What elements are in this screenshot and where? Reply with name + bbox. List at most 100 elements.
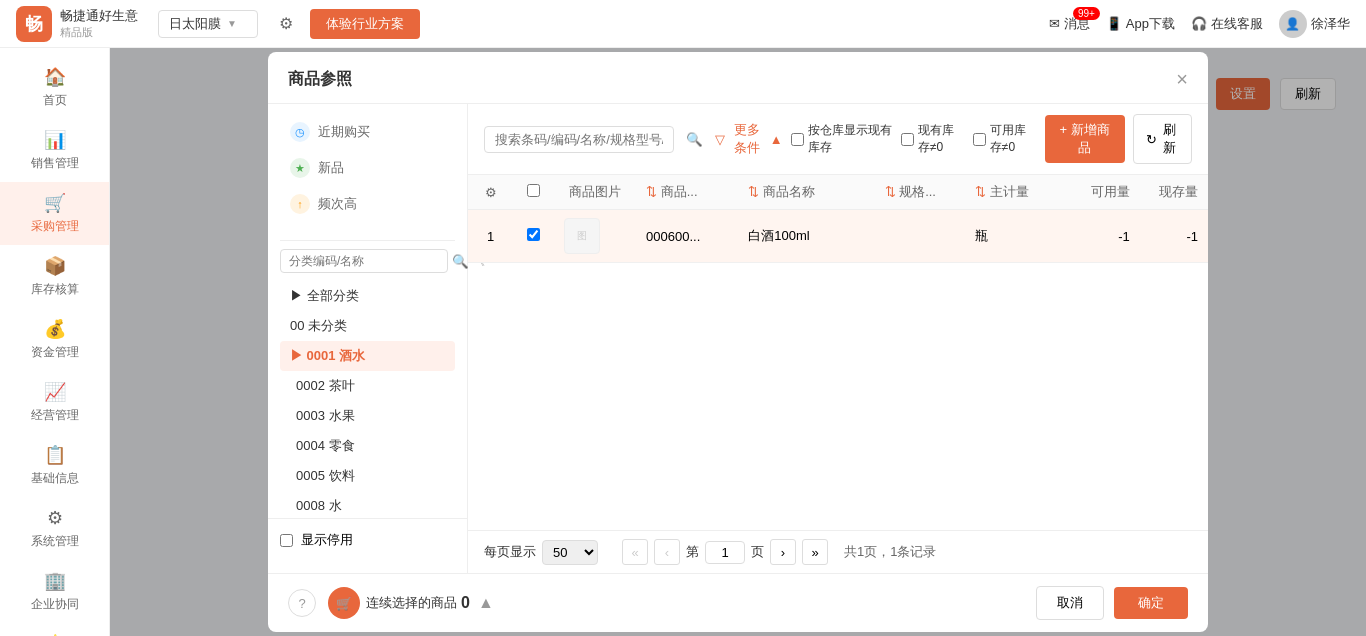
main-content: 查询 设置 刷新 商品参照 × ◷ <box>110 48 1366 636</box>
page-navigation: « ‹ 第 页 › » <box>622 539 828 565</box>
help-button[interactable]: ? <box>288 589 316 617</box>
category-tea[interactable]: 0002 茶叶 <box>280 371 455 401</box>
frequent-icon: ↑ <box>290 194 310 214</box>
stock-nonzero-checkbox[interactable] <box>901 133 914 146</box>
avatar: 👤 <box>1279 10 1307 38</box>
category-liquor[interactable]: ▶ 0001 酒水 <box>280 341 455 371</box>
select-all-checkbox[interactable] <box>527 184 540 197</box>
purchase-icon: 🛒 <box>44 192 66 214</box>
refresh-button[interactable]: ↻ 刷新 <box>1133 114 1193 164</box>
product-toolbar: 🔍 ▽ 更多条件 ▲ 按仓库显示现有库存 <box>468 104 1208 175</box>
show-disabled-label[interactable]: 显示停用 <box>301 531 353 549</box>
sidebar-item-purchase[interactable]: 🛒 采购管理 <box>0 182 109 245</box>
checkbox-warehouse[interactable]: 按仓库显示现有库存 <box>791 122 893 156</box>
modal-title: 商品参照 <box>288 69 352 90</box>
checkbox-stock-nonzero[interactable]: 现有库存≠0 <box>901 122 965 156</box>
row-checkbox[interactable] <box>527 228 540 241</box>
row-code: 000600... <box>636 210 738 263</box>
message-button[interactable]: ✉ 消息 99+ <box>1049 15 1090 33</box>
modal-left-panel: ◷ 近期购买 ★ 新品 ↑ 频次高 <box>268 104 468 573</box>
per-page-select[interactable]: 10 20 50 100 <box>542 540 598 565</box>
category-search-input[interactable] <box>280 249 448 273</box>
sidebar-item-sales[interactable]: 📊 销售管理 <box>0 119 109 182</box>
product-search-button[interactable]: 🔍 <box>682 128 707 151</box>
logo-text: 畅捷通好生意 精品版 <box>60 8 138 39</box>
sidebar-item-inventory[interactable]: 📦 库存核算 <box>0 245 109 308</box>
sort-icon-unit: ⇅ <box>975 184 986 199</box>
tab-frequent[interactable]: ↑ 频次高 <box>280 188 455 220</box>
last-page-button[interactable]: » <box>802 539 828 565</box>
col-header-check <box>513 175 554 210</box>
sidebar-item-guide[interactable]: 🌟 新手引导 <box>0 623 109 636</box>
app-download-button[interactable]: 📱 App下载 <box>1106 15 1175 33</box>
product-reference-modal: 商品参照 × ◷ 近期购买 ★ 新品 <box>268 52 1208 632</box>
col-header-code[interactable]: ⇅ 商品... <box>636 175 738 210</box>
category-all[interactable]: ▶ 全部分类 <box>280 281 455 311</box>
first-page-button[interactable]: « <box>622 539 648 565</box>
trial-button[interactable]: 体验行业方案 <box>310 9 420 39</box>
inventory-icon: 📦 <box>44 255 66 277</box>
per-page-selector: 每页显示 10 20 50 100 <box>484 540 598 565</box>
sidebar-item-enterprise[interactable]: 🏢 企业协同 <box>0 560 109 623</box>
product-table-wrapper: ⚙ 商品图片 <box>468 175 1208 530</box>
checkbox-available-nonzero[interactable]: 可用库存≠0 <box>973 122 1037 156</box>
row-checkbox-cell <box>513 210 554 263</box>
tab-new-item[interactable]: ★ 新品 <box>280 152 455 184</box>
available-nonzero-checkbox[interactable] <box>973 133 986 146</box>
chevron-down-icon: ▼ <box>227 18 237 29</box>
col-header-stock: 现存量 <box>1140 175 1208 210</box>
next-page-button[interactable]: › <box>770 539 796 565</box>
product-search-input[interactable] <box>484 126 674 153</box>
store-selector[interactable]: 日太阳膜 ▼ <box>158 10 258 38</box>
modal-body: ◷ 近期购买 ★ 新品 ↑ 频次高 <box>268 104 1208 573</box>
message-icon: ✉ <box>1049 16 1060 31</box>
col-header-unit[interactable]: ⇅ 主计量 <box>965 175 1049 210</box>
top-nav: 畅 畅捷通好生意 精品版 日太阳膜 ▼ ⚙ 体验行业方案 ✉ 消息 99+ 📱 … <box>0 0 1366 48</box>
category-unclassified[interactable]: 00 未分类 <box>280 311 455 341</box>
category-snacks[interactable]: 0004 零食 <box>280 431 455 461</box>
expand-icon[interactable]: ▲ <box>478 594 494 612</box>
main-layout: 🏠 首页 📊 销售管理 🛒 采购管理 📦 库存核算 💰 资金管理 📈 经营管理 … <box>0 48 1366 636</box>
user-menu[interactable]: 👤 徐泽华 <box>1279 10 1350 38</box>
tab-recent-purchase[interactable]: ◷ 近期购买 <box>280 116 455 148</box>
chevron-up-icon: ▲ <box>770 132 783 147</box>
modal-header: 商品参照 × <box>268 52 1208 104</box>
add-product-button[interactable]: + 新增商品 <box>1045 115 1125 163</box>
help-icon: ? <box>298 596 305 611</box>
category-fruit[interactable]: 0003 水果 <box>280 401 455 431</box>
service-button[interactable]: 🎧 在线客服 <box>1191 15 1263 33</box>
gear-icon[interactable]: ⚙ <box>485 185 497 200</box>
col-header-name[interactable]: ⇅ 商品名称 <box>738 175 874 210</box>
row-avail: -1 <box>1049 210 1140 263</box>
category-drinks[interactable]: 0005 饮料 <box>280 461 455 491</box>
show-disabled-checkbox[interactable] <box>280 534 293 547</box>
cart-button[interactable]: 🛒 <box>328 587 360 619</box>
prev-page-button[interactable]: ‹ <box>654 539 680 565</box>
sidebar-item-business[interactable]: 📈 经营管理 <box>0 371 109 434</box>
refresh-icon: ↻ <box>1146 132 1157 147</box>
sidebar-item-finance[interactable]: 💰 资金管理 <box>0 308 109 371</box>
table-header-row: ⚙ 商品图片 <box>468 175 1208 210</box>
business-icon: 📈 <box>44 381 66 403</box>
sidebar-item-system[interactable]: ⚙ 系统管理 <box>0 497 109 560</box>
warehouse-checkbox[interactable] <box>791 133 804 146</box>
col-header-spec[interactable]: ⇅ 规格... <box>875 175 966 210</box>
sidebar-item-home[interactable]: 🏠 首页 <box>0 56 109 119</box>
table-row[interactable]: 1 图 <box>468 210 1208 263</box>
filter-button[interactable]: ▽ 更多条件 ▲ <box>715 121 783 157</box>
settings-icon[interactable]: ⚙ <box>270 8 302 40</box>
modal-close-button[interactable]: × <box>1176 68 1188 91</box>
phone-icon: 📱 <box>1106 16 1122 31</box>
confirm-button[interactable]: 确定 <box>1114 587 1188 619</box>
cancel-button[interactable]: 取消 <box>1036 586 1104 620</box>
sidebar: 🏠 首页 📊 销售管理 🛒 采购管理 📦 库存核算 💰 资金管理 📈 经营管理 … <box>0 48 110 636</box>
modal-left-bottom: 显示停用 <box>268 518 467 561</box>
sort-icon-spec: ⇅ <box>885 184 896 199</box>
new-icon: ★ <box>290 158 310 178</box>
page-number-input[interactable] <box>705 541 745 564</box>
modal-right-panel: 🔍 ▽ 更多条件 ▲ 按仓库显示现有库存 <box>468 104 1208 573</box>
col-header-img: 商品图片 <box>554 175 636 210</box>
sidebar-item-basic[interactable]: 📋 基础信息 <box>0 434 109 497</box>
category-water[interactable]: 0008 水 <box>280 491 455 518</box>
basic-icon: 📋 <box>44 444 66 466</box>
